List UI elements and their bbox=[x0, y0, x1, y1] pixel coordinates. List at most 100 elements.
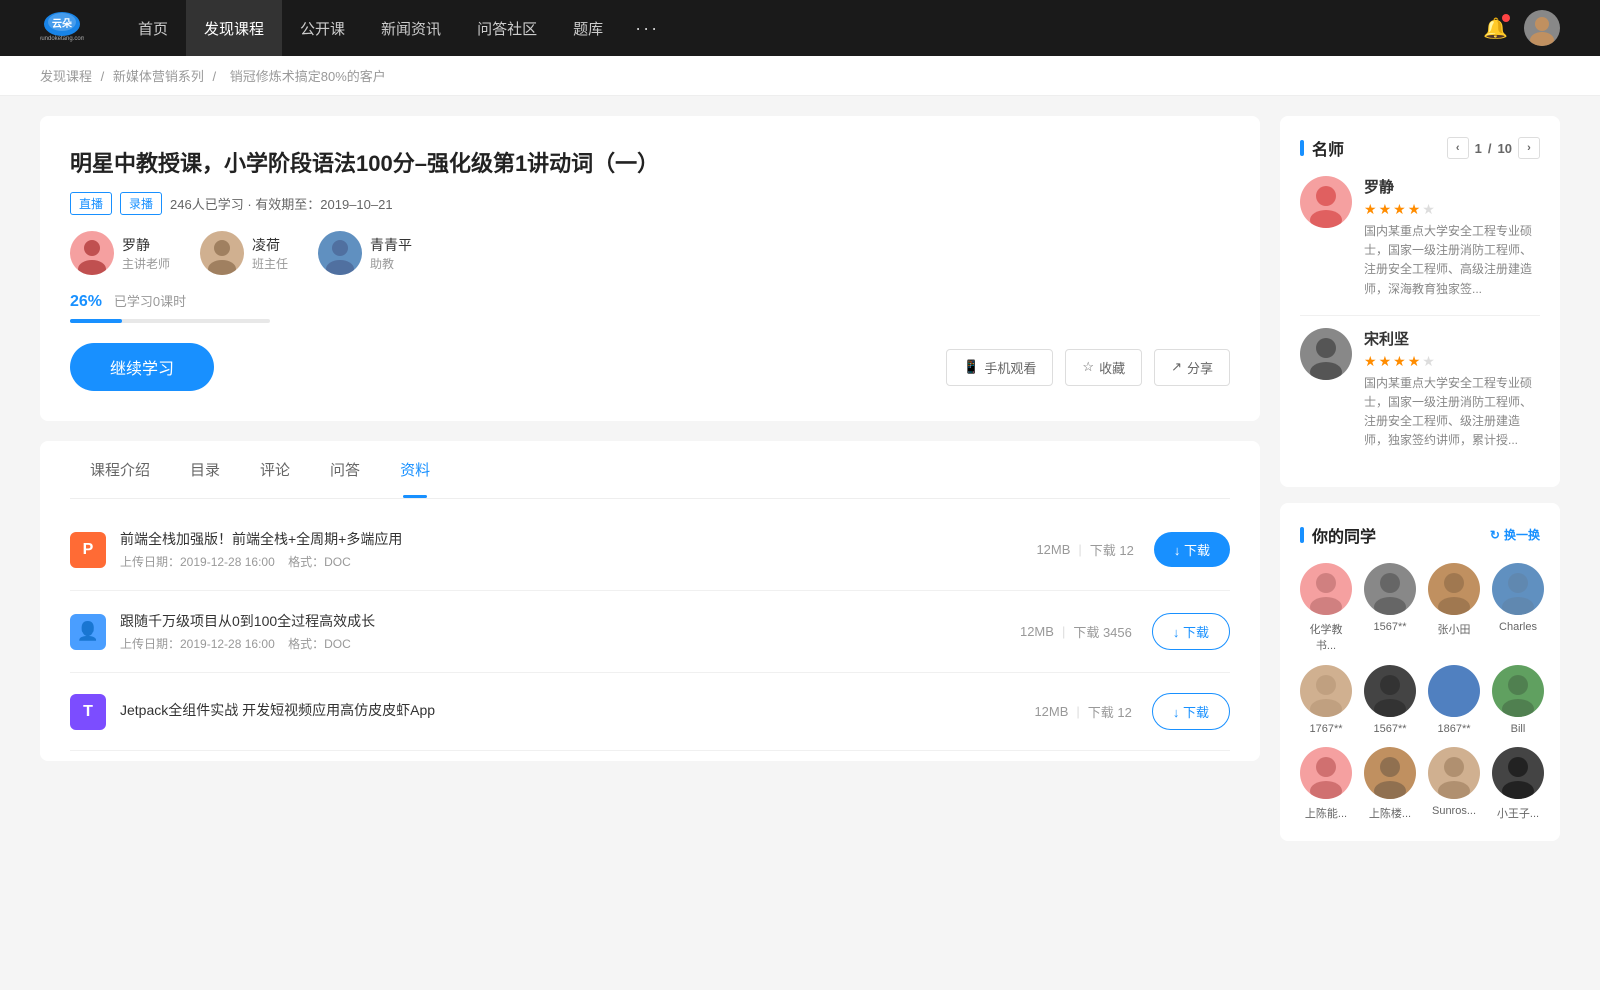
resource-icon-0: P bbox=[70, 532, 106, 568]
teacher-divider bbox=[1300, 315, 1540, 316]
classmate-0: 化学教书... bbox=[1300, 563, 1352, 653]
resource-meta-1: 上传日期：2019-12-28 16:00 格式：DOC bbox=[120, 635, 1000, 652]
download-button-1[interactable]: ↓ 下载 bbox=[1152, 613, 1230, 650]
nav-more[interactable]: ··· bbox=[621, 0, 673, 56]
classmate-3-avatar[interactable] bbox=[1492, 563, 1544, 615]
classmate-4-avatar[interactable] bbox=[1300, 665, 1352, 717]
nav-exam[interactable]: 题库 bbox=[555, 0, 621, 56]
resource-icon-2: T bbox=[70, 694, 106, 730]
resource-downloads-0: 下载 12 bbox=[1090, 540, 1134, 559]
sidebar-teacher-1: 宋利坚 ★ ★ ★ ★ ★ 国内某重点大学安全工程专业硕士，国家一级注册消防工程… bbox=[1300, 328, 1540, 451]
mobile-watch-button[interactable]: 📱 手机观看 bbox=[946, 349, 1053, 386]
sidebar-teachers-header: 名师 ‹ 1 / 10 › bbox=[1300, 136, 1540, 160]
current-page: 1 bbox=[1475, 141, 1482, 156]
classmate-2-name: 张小田 bbox=[1438, 621, 1471, 637]
continue-button[interactable]: 继续学习 bbox=[70, 343, 214, 391]
course-meta: 246人已学习 · 有效期至：2019–10–21 bbox=[170, 194, 393, 213]
classmate-1: 1567** bbox=[1364, 563, 1416, 653]
classmate-1-avatar[interactable] bbox=[1364, 563, 1416, 615]
resource-stats-2: 12MB | 下载 12 bbox=[1034, 702, 1131, 721]
nav-open[interactable]: 公开课 bbox=[282, 0, 363, 56]
teacher-1-role: 班主任 bbox=[252, 255, 288, 272]
refresh-icon: ↻ bbox=[1490, 528, 1500, 542]
mobile-label: 手机观看 bbox=[984, 358, 1036, 377]
classmate-7-avatar[interactable] bbox=[1492, 665, 1544, 717]
nav-qa[interactable]: 问答社区 bbox=[459, 0, 555, 56]
notification-bell[interactable]: 🔔 bbox=[1483, 16, 1508, 41]
resource-icon-1: 👤 bbox=[70, 614, 106, 650]
resource-size-2: 12MB bbox=[1034, 704, 1068, 719]
classmate-4: 1767** bbox=[1300, 665, 1352, 735]
tabs-section: 课程介绍 目录 评论 问答 资料 P 前端全栈加强版！前端全栈+全周期+多端应用… bbox=[40, 441, 1260, 761]
teacher-1-name: 凌荷 bbox=[252, 235, 288, 255]
classmate-11-avatar[interactable] bbox=[1492, 747, 1544, 799]
nav-home[interactable]: 首页 bbox=[120, 0, 186, 56]
resource-item-2: T Jetpack全组件实战 开发短视频应用高仿皮皮虾App 12MB | 下载… bbox=[70, 673, 1230, 751]
logo[interactable]: 云朵 yundoketang.com bbox=[40, 10, 90, 46]
resource-info-1: 跟随千万级项目从0到100全过程高效成长 上传日期：2019-12-28 16:… bbox=[120, 611, 1000, 652]
classmate-9-avatar[interactable] bbox=[1364, 747, 1416, 799]
collect-label: 收藏 bbox=[1099, 358, 1125, 377]
prev-page-btn[interactable]: ‹ bbox=[1447, 137, 1469, 159]
progress-bar-bg bbox=[70, 319, 270, 323]
classmate-9-name: 上陈楼... bbox=[1369, 805, 1411, 821]
nav-news[interactable]: 新闻资讯 bbox=[363, 0, 459, 56]
nav-right: 🔔 bbox=[1483, 10, 1560, 46]
course-tags: 直播 录播 246人已学习 · 有效期至：2019–10–21 bbox=[70, 192, 1230, 215]
resource-title-2: Jetpack全组件实战 开发短视频应用高仿皮皮虾App bbox=[120, 700, 1014, 720]
teachers-list: 罗静 主讲老师 凌荷 班主任 bbox=[70, 231, 1230, 275]
classmate-8-avatar[interactable] bbox=[1300, 747, 1352, 799]
total-pages: 10 bbox=[1498, 141, 1512, 156]
resource-info-0: 前端全栈加强版！前端全栈+全周期+多端应用 上传日期：2019-12-28 16… bbox=[120, 529, 1016, 570]
download-button-0[interactable]: ↓ 下载 bbox=[1154, 532, 1230, 567]
refresh-classmates-btn[interactable]: ↻ 换一换 bbox=[1490, 526, 1540, 543]
resource-title-1: 跟随千万级项目从0到100全过程高效成长 bbox=[120, 611, 1000, 631]
breadcrumb-series[interactable]: 新媒体营销系列 bbox=[113, 69, 204, 84]
classmate-10-avatar[interactable] bbox=[1428, 747, 1480, 799]
resource-list: P 前端全栈加强版！前端全栈+全周期+多端应用 上传日期：2019-12-28 … bbox=[70, 499, 1230, 761]
nav-discover[interactable]: 发现课程 bbox=[186, 0, 282, 56]
classmate-7: Bill bbox=[1492, 665, 1544, 735]
next-page-btn[interactable]: › bbox=[1518, 137, 1540, 159]
tab-resources[interactable]: 资料 bbox=[380, 441, 450, 498]
progress-percent: 26% bbox=[70, 293, 102, 310]
classmate-0-avatar[interactable] bbox=[1300, 563, 1352, 615]
classmate-5-name: 1567** bbox=[1373, 723, 1406, 735]
breadcrumb-discover[interactable]: 发现课程 bbox=[40, 69, 92, 84]
classmate-5: 1567** bbox=[1364, 665, 1416, 735]
resource-stats-0: 12MB | 下载 12 bbox=[1036, 540, 1133, 559]
sidebar-teacher-0-info: 罗静 ★ ★ ★ ★ ★ 国内某重点大学安全工程专业硕士，国家一级注册消防工程师… bbox=[1364, 176, 1540, 299]
classmate-2-avatar[interactable] bbox=[1428, 563, 1480, 615]
classmates-grid: 化学教书... 1567** 张小田 bbox=[1300, 563, 1540, 821]
sidebar-teacher-0-name: 罗静 bbox=[1364, 176, 1540, 197]
refresh-label: 换一换 bbox=[1504, 526, 1540, 543]
teacher-0-info: 罗静 主讲老师 bbox=[122, 235, 170, 272]
classmate-5-avatar[interactable] bbox=[1364, 665, 1416, 717]
tab-catalog[interactable]: 目录 bbox=[170, 441, 240, 498]
resource-item-1: 👤 跟随千万级项目从0到100全过程高效成长 上传日期：2019-12-28 1… bbox=[70, 591, 1230, 673]
classmate-0-name: 化学教书... bbox=[1300, 621, 1352, 653]
pagination: ‹ 1 / 10 › bbox=[1447, 137, 1540, 159]
tab-qa[interactable]: 问答 bbox=[310, 441, 380, 498]
notification-dot bbox=[1502, 14, 1510, 22]
classmate-6-avatar[interactable] bbox=[1428, 665, 1480, 717]
collect-button[interactable]: ☆ 收藏 bbox=[1065, 349, 1142, 386]
tab-review[interactable]: 评论 bbox=[240, 441, 310, 498]
right-sidebar: 名师 ‹ 1 / 10 › 罗静 ★ ★ bbox=[1280, 116, 1560, 857]
tabs-nav: 课程介绍 目录 评论 问答 资料 bbox=[70, 441, 1230, 499]
mobile-icon: 📱 bbox=[963, 359, 979, 375]
teacher-2-name: 青青平 bbox=[370, 235, 412, 255]
user-avatar-nav[interactable] bbox=[1524, 10, 1560, 46]
action-row: 继续学习 📱 手机观看 ☆ 收藏 ↗ 分享 bbox=[70, 343, 1230, 391]
teacher-2: 青青平 助教 bbox=[318, 231, 412, 275]
classmate-10: Sunros... bbox=[1428, 747, 1480, 821]
share-button[interactable]: ↗ 分享 bbox=[1154, 349, 1230, 386]
sidebar-teacher-0-desc: 国内某重点大学安全工程专业硕士，国家一级注册消防工程师、注册安全工程师、高级注册… bbox=[1364, 222, 1540, 299]
classmate-3: Charles bbox=[1492, 563, 1544, 653]
resource-title-0: 前端全栈加强版！前端全栈+全周期+多端应用 bbox=[120, 529, 1016, 549]
course-card: 明星中教授课，小学阶段语法100分–强化级第1讲动词（一） 直播 录播 246人… bbox=[40, 116, 1260, 421]
download-button-2[interactable]: ↓ 下载 bbox=[1152, 693, 1230, 730]
tab-intro[interactable]: 课程介绍 bbox=[70, 441, 170, 498]
navbar: 云朵 yundoketang.com 首页 发现课程 公开课 新闻资讯 问答社区… bbox=[0, 0, 1600, 56]
tag-record: 录播 bbox=[120, 192, 162, 215]
